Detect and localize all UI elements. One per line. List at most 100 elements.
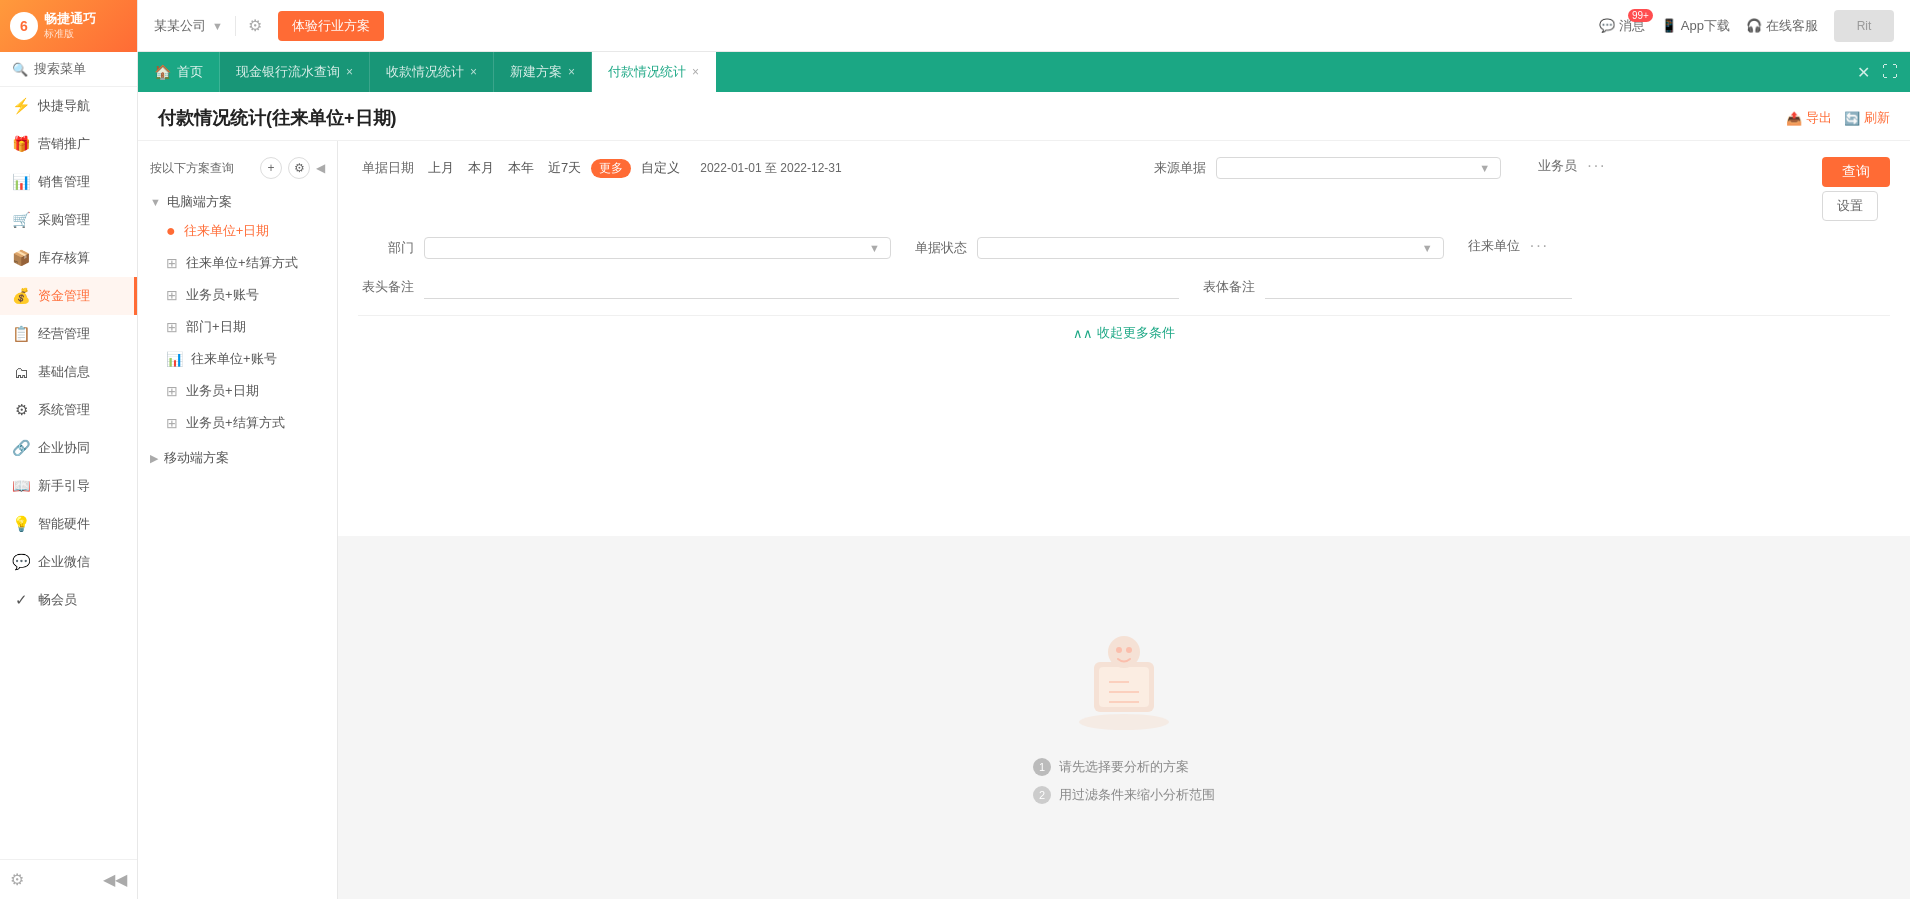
date-opt-custom[interactable]: 自定义 xyxy=(637,157,684,179)
sidebar-item-marketing[interactable]: 🎁 营销推广 xyxy=(0,125,137,163)
scheme-settings-btn[interactable]: ⚙ xyxy=(288,157,310,179)
quick-nav-icon: ⚡ xyxy=(12,97,30,115)
scheme-collapse-btn[interactable]: ◀ xyxy=(316,161,325,175)
scheme-group-desktop-header[interactable]: ▼ 电脑端方案 xyxy=(138,189,337,215)
online-service-btn[interactable]: 🎧 在线客服 xyxy=(1746,17,1818,35)
scheme-item-staff-settle[interactable]: ⊞ 业务员+结算方式 xyxy=(138,407,337,439)
close-all-tabs-icon[interactable]: ✕ xyxy=(1857,63,1870,82)
scheme-item-partner-account[interactable]: 📊 往来单位+账号 xyxy=(138,343,337,375)
scheme-item-dept-date[interactable]: ⊞ 部门+日期 xyxy=(138,311,337,343)
trial-btn[interactable]: 体验行业方案 xyxy=(278,11,384,41)
add-scheme-btn[interactable]: + xyxy=(260,157,282,179)
svg-point-3 xyxy=(1108,636,1140,668)
date-opt-this-month[interactable]: 本月 xyxy=(464,157,498,179)
empty-tips: 1 请先选择要分析的方案 2 用过滤条件来缩小分析范围 xyxy=(1033,758,1215,814)
message-badge: 99+ xyxy=(1628,9,1653,22)
chevron-right-icon: ▶ xyxy=(150,452,158,465)
dept-label: 部门 xyxy=(358,239,414,257)
doc-status-select[interactable]: ▼ xyxy=(977,237,1444,259)
date-opt-7days[interactable]: 近7天 xyxy=(544,157,585,179)
scheme-group-mobile-header[interactable]: ▶ 移动端方案 xyxy=(138,445,337,471)
user-avatar[interactable]: Rit xyxy=(1834,10,1894,42)
dept-select[interactable]: ▼ xyxy=(424,237,891,259)
sidebar-item-beginner[interactable]: 📖 新手引导 xyxy=(0,467,137,505)
sidebar-item-base-info[interactable]: 🗂 基础信息 xyxy=(0,353,137,391)
refresh-btn[interactable]: 🔄 刷新 xyxy=(1844,109,1890,127)
source-label: 来源单据 xyxy=(1150,159,1206,177)
settings-footer-icon[interactable]: ⚙ xyxy=(10,870,24,889)
scheme-item-label: 部门+日期 xyxy=(186,318,246,336)
date-opt-this-year[interactable]: 本年 xyxy=(504,157,538,179)
membership-icon: ✓ xyxy=(12,591,30,609)
tab-cash-flow[interactable]: 现金银行流水查询 × xyxy=(220,52,370,92)
tab-new-scheme-close[interactable]: × xyxy=(568,65,575,79)
gear-icon[interactable]: ⚙ xyxy=(248,16,262,35)
staff-dots[interactable]: ··· xyxy=(1587,157,1606,175)
sidebar-item-sys-mgmt[interactable]: ⚙ 系统管理 xyxy=(0,391,137,429)
message-icon: 💬 xyxy=(1599,18,1615,33)
sidebar-item-purchase[interactable]: 🛒 采购管理 xyxy=(0,201,137,239)
filter-doc-status-item: 单据状态 ▼ xyxy=(911,237,1444,259)
query-btn[interactable]: 查询 xyxy=(1822,157,1890,187)
sidebar-item-membership[interactable]: ✓ 畅会员 xyxy=(0,581,137,619)
scheme-item-partner-settle[interactable]: ⊞ 往来单位+结算方式 xyxy=(138,247,337,279)
sidebar-item-finance[interactable]: 💰 资金管理 xyxy=(0,277,137,315)
export-btn[interactable]: 📤 导出 xyxy=(1786,109,1832,127)
sidebar-item-smart-hw[interactable]: 💡 智能硬件 xyxy=(0,505,137,543)
date-options: 上月 本月 本年 近7天 更多 自定义 2022-01-01 至 2022-12… xyxy=(424,157,842,179)
date-range-value: 2022-01-01 至 2022-12-31 xyxy=(700,160,841,177)
partner-label: 往来单位 xyxy=(1464,237,1520,255)
partner-dots[interactable]: ··· xyxy=(1530,237,1549,255)
sidebar-item-operations[interactable]: 📋 经营管理 xyxy=(0,315,137,353)
sidebar-item-enterprise[interactable]: 🔗 企业协同 xyxy=(0,429,137,467)
tab-payment-stats-close[interactable]: × xyxy=(470,65,477,79)
nav-label: 采购管理 xyxy=(38,211,90,229)
nav-label: 经营管理 xyxy=(38,325,90,343)
active-scheme-icon: ● xyxy=(166,222,176,240)
tab-payment-stats[interactable]: 收款情况统计 × xyxy=(370,52,494,92)
filter-source-item: 来源单据 ▼ xyxy=(1150,157,1501,179)
tip-num-2: 2 xyxy=(1033,786,1051,804)
settings-btn[interactable]: 设置 xyxy=(1822,191,1878,221)
sidebar-nav: ⚡ 快捷导航 🎁 营销推广 📊 销售管理 🛒 采购管理 📦 库存核算 💰 资金管… xyxy=(0,87,137,859)
tab-new-scheme[interactable]: 新建方案 × xyxy=(494,52,592,92)
chart-icon: 📊 xyxy=(166,351,183,367)
table-header-note-input[interactable] xyxy=(424,275,1179,299)
svg-point-4 xyxy=(1116,647,1122,653)
tip-text-2: 用过滤条件来缩小分析范围 xyxy=(1059,786,1215,804)
svg-point-5 xyxy=(1126,647,1132,653)
date-opt-last-month[interactable]: 上月 xyxy=(424,157,458,179)
tab-cash-flow-close[interactable]: × xyxy=(346,65,353,79)
search-menu[interactable]: 🔍 搜索菜单 xyxy=(0,52,137,87)
purchase-icon: 🛒 xyxy=(12,211,30,229)
tab-pay-stats[interactable]: 付款情况统计 × xyxy=(592,52,716,92)
messages-btn[interactable]: 💬 消息 99+ xyxy=(1599,17,1645,35)
scheme-group-desktop: ▼ 电脑端方案 ● 往来单位+日期 ⊞ 往来单位+结算方式 ⊞ 业务员+账号 xyxy=(138,189,337,439)
operations-icon: 📋 xyxy=(12,325,30,343)
sidebar-item-sales[interactable]: 📊 销售管理 xyxy=(0,163,137,201)
source-select[interactable]: ▼ xyxy=(1216,157,1501,179)
chevron-up-icon: ∧∧ xyxy=(1073,326,1093,341)
scheme-item-staff-date[interactable]: ⊞ 业务员+日期 xyxy=(138,375,337,407)
topbar-right: 💬 消息 99+ 📱 App下载 🎧 在线客服 Rit xyxy=(1599,10,1894,42)
scheme-panel-title: 按以下方案查询 xyxy=(150,160,234,177)
tab-home[interactable]: 🏠 首页 xyxy=(138,52,220,92)
result-area: 1 请先选择要分析的方案 2 用过滤条件来缩小分析范围 xyxy=(338,536,1910,899)
tab-pay-stats-close[interactable]: × xyxy=(692,65,699,79)
sidebar-item-quick-nav[interactable]: ⚡ 快捷导航 xyxy=(0,87,137,125)
collapse-sidebar-icon[interactable]: ◀◀ xyxy=(103,870,127,889)
scheme-item-staff-account[interactable]: ⊞ 业务员+账号 xyxy=(138,279,337,311)
nav-label: 智能硬件 xyxy=(38,515,90,533)
collapse-conditions-btn[interactable]: ∧∧ 收起更多条件 xyxy=(358,315,1890,350)
scheme-item-partner-date[interactable]: ● 往来单位+日期 xyxy=(138,215,337,247)
date-opt-more[interactable]: 更多 xyxy=(591,159,631,178)
table-body-note-input[interactable] xyxy=(1265,275,1572,299)
tab-end-actions: ✕ ⛶ xyxy=(1845,52,1910,92)
table-icon: ⊞ xyxy=(166,255,178,271)
table-icon: ⊞ xyxy=(166,415,178,431)
sidebar-item-inventory[interactable]: 📦 库存核算 xyxy=(0,239,137,277)
expand-tabs-icon[interactable]: ⛶ xyxy=(1882,63,1898,81)
app-download-btn[interactable]: 📱 App下载 xyxy=(1661,17,1730,35)
sidebar-item-enterprise-wechat[interactable]: 💬 企业微信 xyxy=(0,543,137,581)
company-selector[interactable]: 某某公司 ▼ xyxy=(154,17,223,35)
